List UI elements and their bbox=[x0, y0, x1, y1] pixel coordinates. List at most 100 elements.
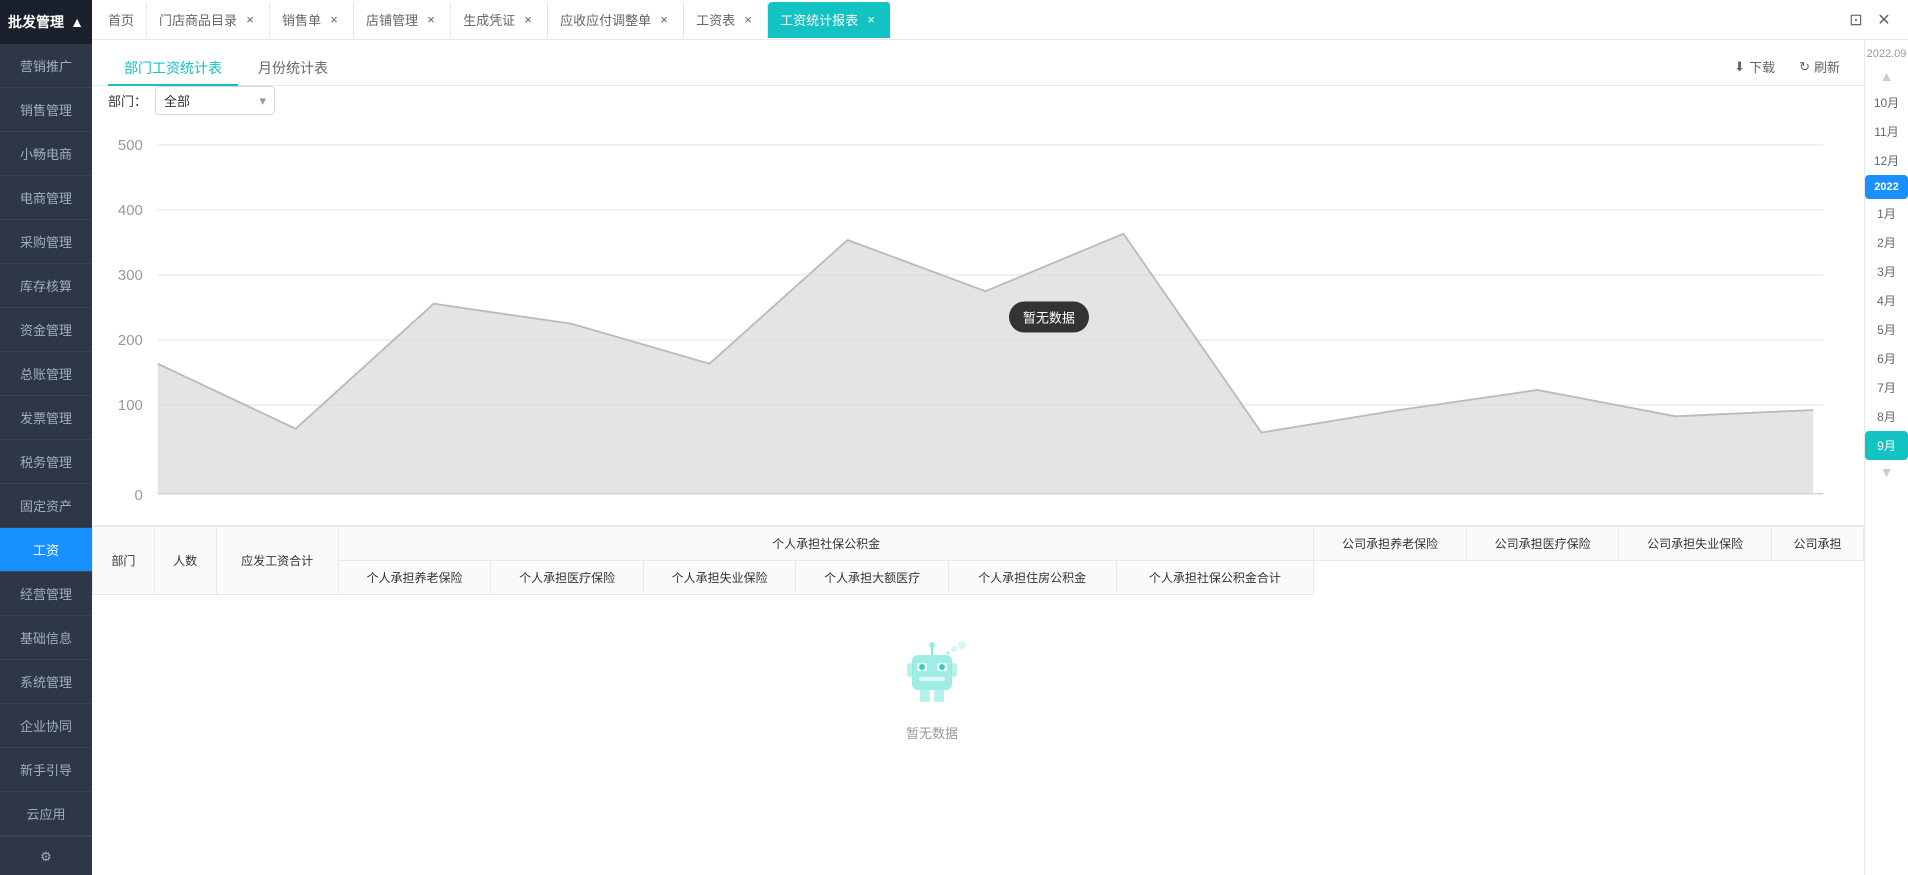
tab-生成凭证[interactable]: 生成凭证 × bbox=[451, 2, 548, 38]
col-header-company-pension: 公司承担养老保险 bbox=[1314, 527, 1467, 561]
col-header-personal-medical: 个人承担医疗保险 bbox=[491, 561, 644, 595]
sub-tab-month[interactable]: 月份统计表 bbox=[242, 52, 344, 86]
content-area: 部门工资统计表 月份统计表 ⬇ 下载 ↻ 刷新 部门： 全部 bbox=[92, 40, 1908, 875]
sub-tab-department[interactable]: 部门工资统计表 bbox=[108, 52, 238, 86]
sidebar-title: 批发管理 bbox=[8, 12, 64, 32]
window-close-button[interactable]: ✕ bbox=[1872, 8, 1896, 32]
table-wrapper: 部门 人数 应发工资合计 个人承担社保公积金 公司承担养老保险 公司承担医疗保险… bbox=[92, 525, 1864, 782]
empty-robot-icon bbox=[892, 635, 972, 715]
download-button[interactable]: ⬇ 下载 bbox=[1726, 53, 1783, 80]
sub-tabs: 部门工资统计表 月份统计表 ⬇ 下载 ↻ 刷新 bbox=[92, 40, 1864, 86]
tab-bar-end: ⊡ ✕ bbox=[1844, 8, 1904, 32]
sidebar-header[interactable]: 批发管理 ▲ bbox=[0, 0, 92, 44]
col-header-personal-insurance: 个人承担社保公积金 bbox=[338, 527, 1314, 561]
col-header-personal-total: 个人承担社保公积金合计 bbox=[1116, 561, 1314, 595]
department-select-value: 全部 bbox=[164, 91, 190, 110]
sidebar-item-库存核算[interactable]: 库存核算 bbox=[0, 264, 92, 308]
window-restore-button[interactable]: ⊡ bbox=[1844, 8, 1868, 32]
col-header-company-unemployment: 公司承担失业保险 bbox=[1619, 527, 1772, 561]
sidebar-item-固定资产[interactable]: 固定资产 bbox=[0, 484, 92, 528]
sidebar-item-小畅电商[interactable]: 小畅电商 bbox=[0, 132, 92, 176]
department-select[interactable]: 全部 ▾ bbox=[155, 86, 275, 115]
svg-text:200: 200 bbox=[118, 332, 143, 349]
sidebar-item-基础信息[interactable]: 基础信息 bbox=[0, 616, 92, 660]
sidebar-footer-settings[interactable]: ⚙ bbox=[0, 836, 92, 875]
cal-up-arrow[interactable]: ▲ bbox=[1876, 64, 1898, 88]
tab-label: 生成凭证 bbox=[463, 10, 515, 29]
tab-店铺管理[interactable]: 店铺管理 × bbox=[354, 2, 451, 38]
tab-工资统计报表[interactable]: 工资统计报表 × bbox=[768, 2, 891, 38]
filter-row: 部门： 全部 ▾ bbox=[92, 86, 1864, 125]
tab-close-button[interactable]: × bbox=[521, 13, 535, 27]
sidebar-item-企业协同[interactable]: 企业协同 bbox=[0, 704, 92, 748]
tab-label: 销售单 bbox=[282, 10, 321, 29]
cal-month-7月[interactable]: 7月 bbox=[1865, 373, 1908, 402]
tab-label: 店铺管理 bbox=[366, 10, 418, 29]
cal-month-11月[interactable]: 11月 bbox=[1865, 117, 1908, 146]
cal-month-2022[interactable]: 2022 bbox=[1865, 175, 1908, 199]
main-area: 首页门店商品目录×销售单×店铺管理×生成凭证×应收应付调整单×工资表×工资统计报… bbox=[92, 0, 1908, 875]
refresh-icon: ↻ bbox=[1799, 59, 1810, 75]
tab-close-button[interactable]: × bbox=[243, 13, 257, 27]
table-header-row2: 个人承担养老保险 个人承担医疗保险 个人承担失业保险 个人承担大额医疗 个人承担… bbox=[93, 561, 1864, 595]
sidebar-item-工资[interactable]: 工资 bbox=[0, 528, 92, 572]
refresh-label: 刷新 bbox=[1814, 57, 1840, 76]
tab-close-button[interactable]: × bbox=[657, 13, 671, 27]
sidebar-item-资金管理[interactable]: 资金管理 bbox=[0, 308, 92, 352]
tab-工资表[interactable]: 工资表× bbox=[684, 2, 768, 38]
tab-应收应付调整单[interactable]: 应收应付调整单× bbox=[548, 2, 684, 38]
tab-close-button[interactable]: × bbox=[741, 13, 755, 27]
tab-销售单[interactable]: 销售单 × bbox=[270, 2, 354, 38]
sidebar-item-税务管理[interactable]: 税务管理 bbox=[0, 440, 92, 484]
empty-state-text: 暂无数据 bbox=[906, 723, 958, 742]
col-header-company-medical: 公司承担医疗保险 bbox=[1466, 527, 1619, 561]
tab-close-button[interactable]: × bbox=[327, 13, 341, 27]
sidebar-item-发票管理[interactable]: 发票管理 bbox=[0, 396, 92, 440]
col-header-company-other: 公司承担 bbox=[1771, 527, 1863, 561]
tab-门店商品目录[interactable]: 门店商品目录 × bbox=[147, 2, 270, 38]
sidebar-item-总账管理[interactable]: 总账管理 bbox=[0, 352, 92, 396]
cal-month-8月[interactable]: 8月 bbox=[1865, 402, 1908, 431]
sidebar-collapse-icon[interactable]: ▲ bbox=[70, 14, 84, 30]
col-header-department: 部门 bbox=[93, 527, 155, 595]
tab-close-button[interactable]: × bbox=[864, 13, 878, 27]
chart-area: 500 400 300 200 100 0 bbox=[92, 125, 1864, 525]
sidebar-item-云应用[interactable]: 云应用 bbox=[0, 792, 92, 836]
table-header-row1: 部门 人数 应发工资合计 个人承担社保公积金 公司承担养老保险 公司承担医疗保险… bbox=[93, 527, 1864, 561]
refresh-button[interactable]: ↻ 刷新 bbox=[1791, 53, 1848, 80]
chevron-down-icon: ▾ bbox=[259, 93, 266, 109]
sidebar-item-采购管理[interactable]: 采购管理 bbox=[0, 220, 92, 264]
cal-month-5月[interactable]: 5月 bbox=[1865, 315, 1908, 344]
department-filter-label: 部门： bbox=[108, 91, 147, 110]
tab-label: 门店商品目录 bbox=[159, 10, 237, 29]
chart-no-data-tooltip: 暂无数据 bbox=[1009, 302, 1089, 333]
sidebar-item-经营管理[interactable]: 经营管理 bbox=[0, 572, 92, 616]
cal-current-date[interactable]: 2022.09 bbox=[1865, 44, 1908, 64]
tab-label: 首页 bbox=[108, 10, 134, 29]
download-label: 下载 bbox=[1749, 57, 1775, 76]
svg-text:500: 500 bbox=[118, 137, 143, 154]
sidebar-item-系统管理[interactable]: 系统管理 bbox=[0, 660, 92, 704]
tab-首页[interactable]: 首页 bbox=[96, 2, 147, 38]
chart-svg: 500 400 300 200 100 0 bbox=[108, 125, 1848, 525]
tab-close-button[interactable]: × bbox=[424, 13, 438, 27]
tab-label: 工资统计报表 bbox=[780, 10, 858, 29]
cal-down-arrow[interactable]: ▼ bbox=[1876, 460, 1898, 484]
sidebar-item-营销推广[interactable]: 营销推广 bbox=[0, 44, 92, 88]
cal-month-9月[interactable]: 9月 bbox=[1865, 431, 1908, 460]
cal-month-12月[interactable]: 12月 bbox=[1865, 146, 1908, 175]
cal-month-4月[interactable]: 4月 bbox=[1865, 286, 1908, 315]
cal-month-3月[interactable]: 3月 bbox=[1865, 257, 1908, 286]
cal-month-6月[interactable]: 6月 bbox=[1865, 344, 1908, 373]
sidebar-item-新手引导[interactable]: 新手引导 bbox=[0, 748, 92, 792]
table-empty-row: 暂无数据 bbox=[93, 595, 1864, 783]
cal-month-1月[interactable]: 1月 bbox=[1865, 199, 1908, 228]
col-header-personal-housing: 个人承担住房公积金 bbox=[948, 561, 1116, 595]
data-table: 部门 人数 应发工资合计 个人承担社保公积金 公司承担养老保险 公司承担医疗保险… bbox=[92, 526, 1864, 782]
tab-bar: 首页门店商品目录×销售单×店铺管理×生成凭证×应收应付调整单×工资表×工资统计报… bbox=[92, 0, 1908, 40]
settings-icon: ⚙ bbox=[40, 849, 52, 864]
cal-month-10月[interactable]: 10月 bbox=[1865, 88, 1908, 117]
sidebar-item-销售管理[interactable]: 销售管理 bbox=[0, 88, 92, 132]
sidebar-item-电商管理[interactable]: 电商管理 bbox=[0, 176, 92, 220]
cal-month-2月[interactable]: 2月 bbox=[1865, 228, 1908, 257]
